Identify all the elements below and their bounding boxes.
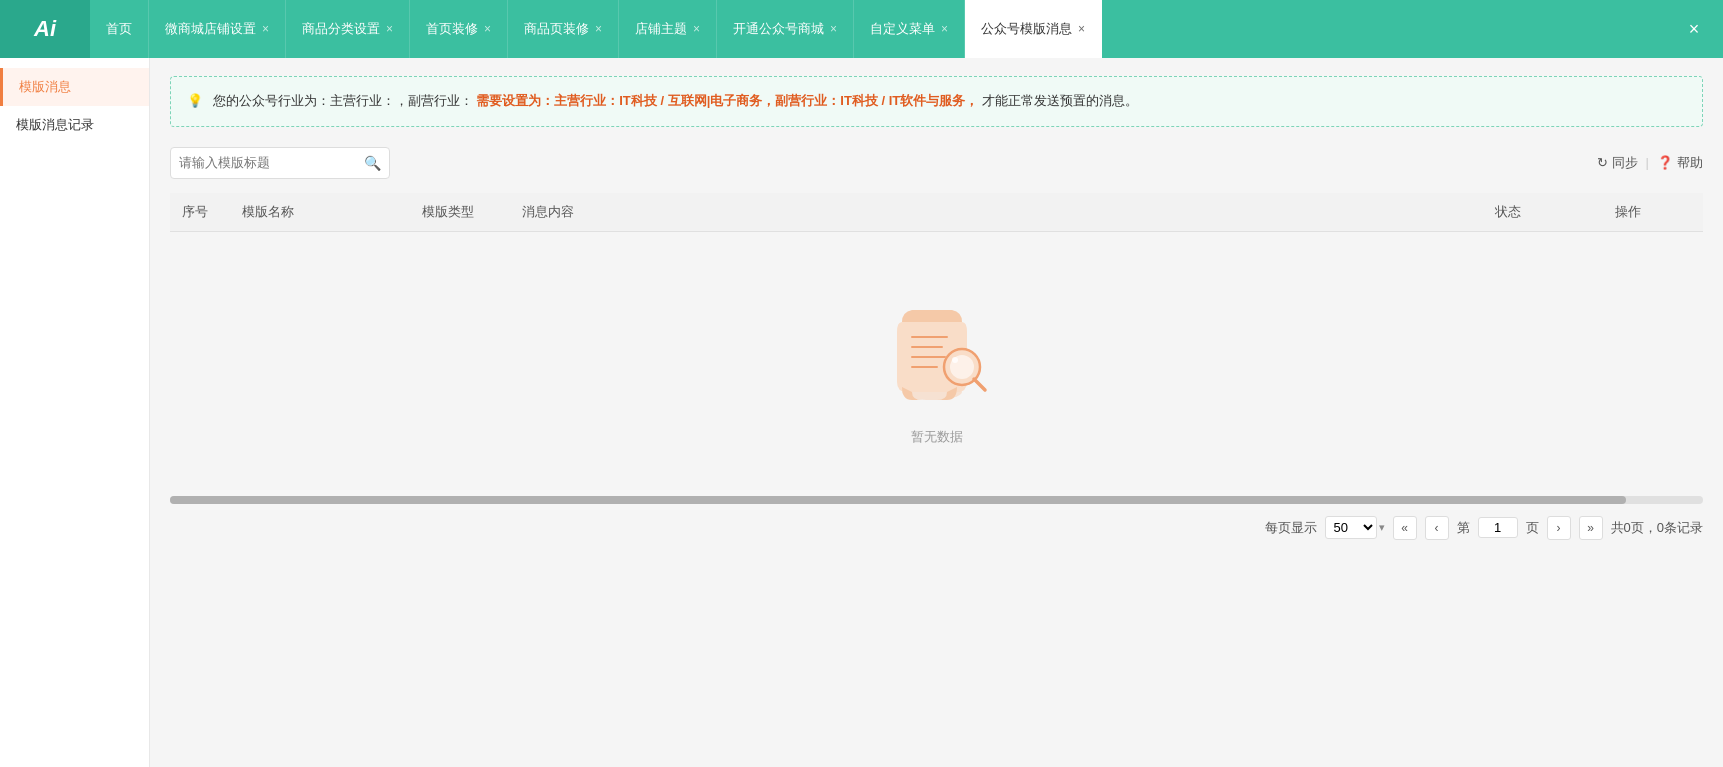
nav-tab-0[interactable]: 首页 [90, 0, 149, 58]
svg-line-7 [974, 379, 985, 390]
notice-icon: 💡 [187, 93, 203, 108]
sidebar-item-0[interactable]: 模版消息 [0, 68, 149, 106]
table-col-1: 模版名称 [230, 193, 410, 232]
empty-illustration [877, 292, 997, 412]
page-size-select[interactable]: 102050100 [1325, 516, 1377, 539]
empty-text: 暂无数据 [911, 428, 963, 446]
svg-point-8 [952, 357, 958, 363]
tab-close-5[interactable]: × [693, 22, 700, 36]
search-bar: 🔍 ↻ 同步 | ❓ 帮助 [170, 147, 1703, 179]
page-number-input[interactable] [1478, 517, 1518, 538]
search-input[interactable] [179, 155, 364, 170]
nav-tab-5[interactable]: 店铺主题× [619, 0, 717, 58]
empty-state: 暂无数据 [170, 232, 1703, 486]
notice-suffix: 才能正常发送预置的消息。 [982, 93, 1138, 108]
prev-page-button[interactable]: ‹ [1425, 516, 1449, 540]
main-layout: 模版消息模版消息记录 💡 您的公众号行业为：主营行业：，副营行业： 需要设置为：… [0, 58, 1723, 767]
search-input-wrap: 🔍 [170, 147, 390, 179]
page-size-label: 每页显示 [1265, 519, 1317, 537]
nav-tab-8[interactable]: 公众号模版消息× [965, 0, 1102, 58]
last-page-button[interactable]: » [1579, 516, 1603, 540]
help-icon: ❓ [1657, 155, 1673, 170]
toolbar-right: ↻ 同步 | ❓ 帮助 [1597, 154, 1703, 172]
notice-highlight: 需要设置为：主营行业：IT科技 / 互联网|电子商务，副营行业：IT科技 / I… [476, 93, 978, 108]
horizontal-scrollbar[interactable] [170, 496, 1703, 504]
first-page-button[interactable]: « [1393, 516, 1417, 540]
sync-button[interactable]: ↻ 同步 [1597, 154, 1638, 172]
nav-tabs: 首页微商城店铺设置×商品分类设置×首页装修×商品页装修×店铺主题×开通公众号商城… [90, 0, 1665, 58]
table-col-2: 模版类型 [410, 193, 510, 232]
table-col-4: 状态 [1483, 193, 1603, 232]
page-unit: 页 [1526, 519, 1539, 537]
top-nav: Ai 首页微商城店铺设置×商品分类设置×首页装修×商品页装修×店铺主题×开通公众… [0, 0, 1723, 58]
tab-close-7[interactable]: × [941, 22, 948, 36]
content-area: 💡 您的公众号行业为：主营行业：，副营行业： 需要设置为：主营行业：IT科技 /… [150, 58, 1723, 767]
tab-close-3[interactable]: × [484, 22, 491, 36]
tab-close-8[interactable]: × [1078, 22, 1085, 36]
nav-tab-1[interactable]: 微商城店铺设置× [149, 0, 286, 58]
tab-close-1[interactable]: × [262, 22, 269, 36]
table-col-0: 序号 [170, 193, 230, 232]
notice-prefix: 您的公众号行业为：主营行业：，副营行业： [213, 93, 473, 108]
nav-tab-7[interactable]: 自定义菜单× [854, 0, 965, 58]
notice-box: 💡 您的公众号行业为：主营行业：，副营行业： 需要设置为：主营行业：IT科技 /… [170, 76, 1703, 127]
nav-tab-6[interactable]: 开通公众号商城× [717, 0, 854, 58]
tab-close-4[interactable]: × [595, 22, 602, 36]
table-header-row: 序号模版名称模版类型消息内容状态操作 [170, 193, 1703, 232]
nav-tab-2[interactable]: 商品分类设置× [286, 0, 410, 58]
nav-tab-4[interactable]: 商品页装修× [508, 0, 619, 58]
window-close-button[interactable]: × [1665, 0, 1723, 58]
table-col-3: 消息内容 [510, 193, 1483, 232]
pagination-bar: 每页显示 102050100 ▾ « ‹ 第 页 › » 共0页，0条记录 [170, 516, 1703, 540]
scrollbar-thumb[interactable] [170, 496, 1626, 504]
toolbar-divider: | [1646, 155, 1649, 170]
sync-icon: ↻ [1597, 155, 1608, 170]
sidebar-item-1[interactable]: 模版消息记录 [0, 106, 149, 144]
table-col-5: 操作 [1603, 193, 1703, 232]
help-button[interactable]: ❓ 帮助 [1657, 154, 1703, 172]
search-icon[interactable]: 🔍 [364, 155, 381, 171]
total-records-label: 共0页，0条记录 [1611, 519, 1703, 537]
next-page-button[interactable]: › [1547, 516, 1571, 540]
tab-close-2[interactable]: × [386, 22, 393, 36]
page-label: 第 [1457, 519, 1470, 537]
sidebar: 模版消息模版消息记录 [0, 58, 150, 767]
tab-close-6[interactable]: × [830, 22, 837, 36]
data-table: 序号模版名称模版类型消息内容状态操作 [170, 193, 1703, 232]
app-logo: Ai [0, 0, 90, 58]
chevron-down-icon: ▾ [1379, 521, 1385, 534]
nav-tab-3[interactable]: 首页装修× [410, 0, 508, 58]
